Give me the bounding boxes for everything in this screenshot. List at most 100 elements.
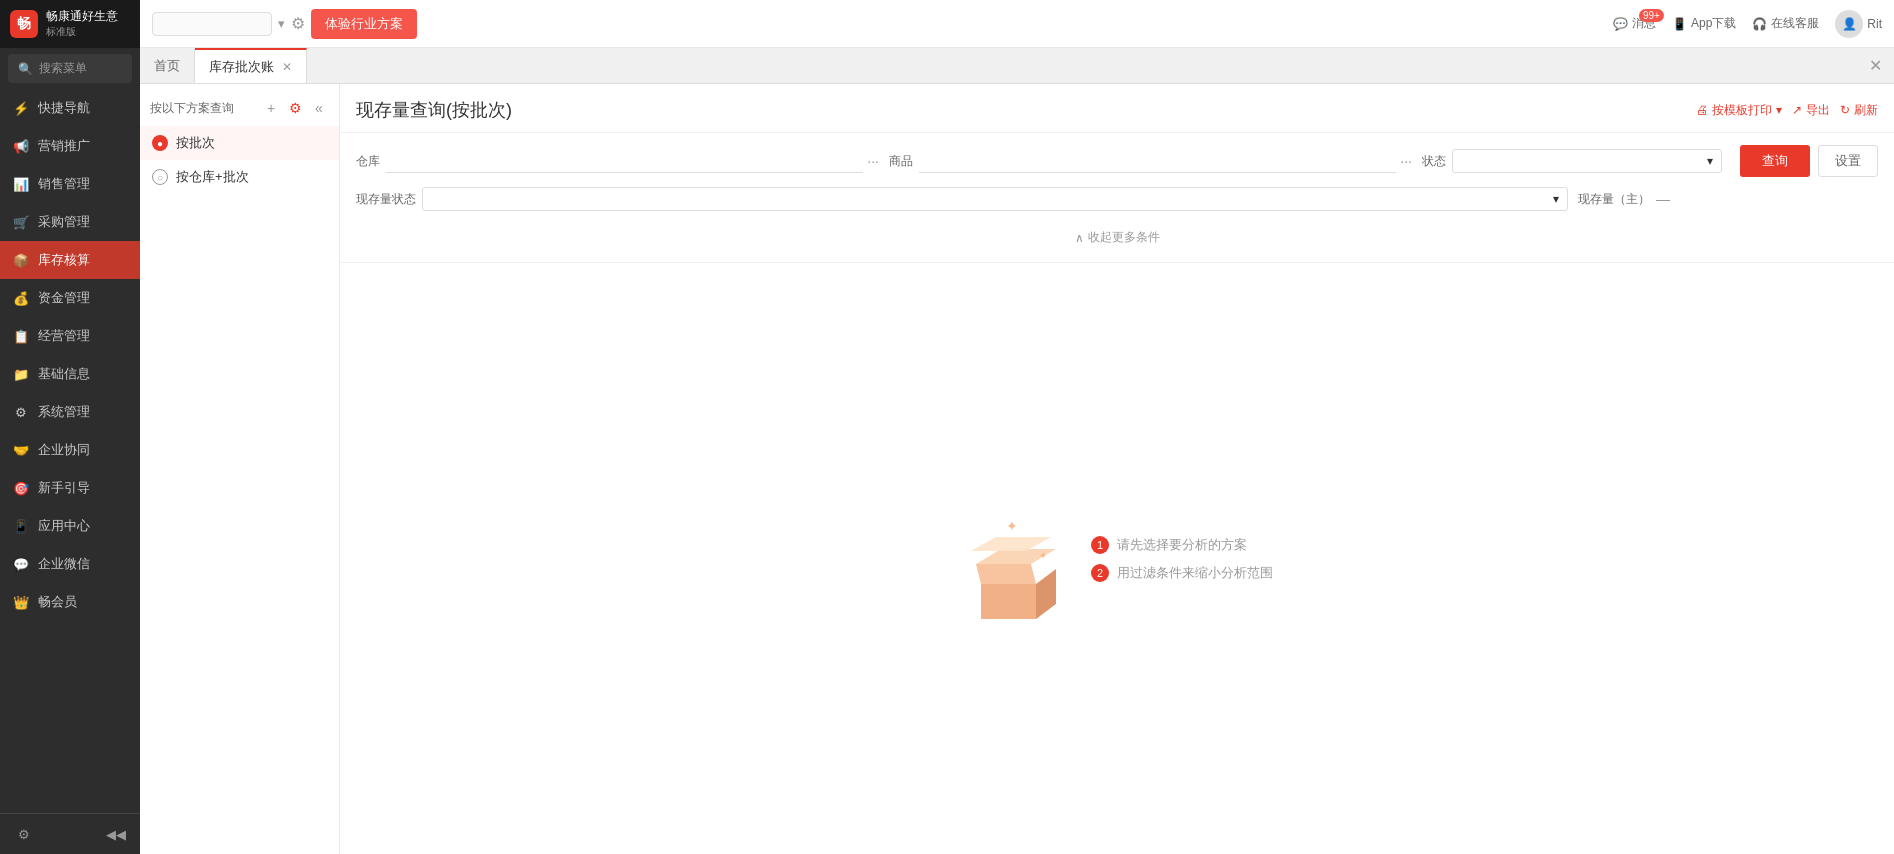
sidebar-item-label: 企业微信 [38, 555, 90, 573]
add-scheme-button[interactable]: + [261, 98, 281, 118]
quicknav-icon: ⚡ [12, 99, 30, 117]
hint1-num: 1 [1091, 536, 1109, 554]
left-panel-header: 按以下方案查询 + ⚙ « [140, 94, 339, 126]
scheme-item-warehouse-batch[interactable]: ○ 按仓库+批次 [140, 160, 339, 194]
search-label: 搜索菜单 [39, 60, 87, 77]
sidebar-item-label: 企业协同 [38, 441, 90, 459]
sidebar-item-inventory[interactable]: 📦 库存核算 [0, 241, 140, 279]
sidebar-item-purchase[interactable]: 🛒 采购管理 [0, 203, 140, 241]
topbar-settings-icon[interactable]: ⚙ [291, 14, 305, 33]
stock-status-dropdown-icon: ▾ [1553, 192, 1559, 206]
topbar-dropdown-icon[interactable]: ▾ [278, 16, 285, 31]
sidebar-item-appcenter[interactable]: 📱 应用中心 [0, 507, 140, 545]
query-button[interactable]: 查询 [1740, 145, 1810, 177]
product-input[interactable] [919, 150, 1396, 173]
stock-status-label: 现存量状态 [356, 191, 416, 208]
svg-marker-3 [976, 564, 1036, 584]
print-label: 按模板打印 [1712, 102, 1772, 119]
hint1-text: 请先选择要分析的方案 [1117, 536, 1247, 554]
trial-button[interactable]: 体验行业方案 [311, 9, 417, 39]
right-panel: 现存量查询(按批次) 🖨 按模板打印 ▾ ↗ 导出 ↻ 刷新 [340, 84, 1894, 854]
print-icon: 🖨 [1696, 103, 1708, 117]
scheme-dot-inactive: ○ [152, 169, 168, 185]
setting-button[interactable]: 设置 [1818, 145, 1878, 177]
collab-icon: 🤝 [12, 441, 30, 459]
empty-state: ✦ ✦ 1 请先选择要分析的方案 2 用过滤条件来缩小分析范围 [340, 263, 1894, 854]
empty-text-area: 1 请先选择要分析的方案 2 用过滤条件来缩小分析范围 [1091, 536, 1273, 582]
sidebar-item-newguide[interactable]: 🎯 新手引导 [0, 469, 140, 507]
content-area: 按以下方案查询 + ⚙ « ● 按批次 ○ 按仓库+批次 现存量查询(按批次) [140, 84, 1894, 854]
topbar: ▾ ⚙ 体验行业方案 💬 消息 99+ 📱 App下载 🎧 在线客服 👤 [140, 0, 1894, 48]
finance-icon: 💰 [12, 289, 30, 307]
sidebar-item-label: 库存核算 [38, 251, 90, 269]
stock-status-select[interactable]: ▾ [422, 187, 1568, 211]
sidebar-item-collab[interactable]: 🤝 企业协同 [0, 431, 140, 469]
sidebar-nav: ⚡ 快捷导航 📢 营销推广 📊 销售管理 🛒 采购管理 📦 库存核算 💰 资金管… [0, 89, 140, 813]
topbar-search-input[interactable] [152, 12, 272, 36]
sidebar-settings-icon[interactable]: ⚙ [12, 822, 36, 846]
vip-icon: 👑 [12, 593, 30, 611]
app-download-label: App下载 [1691, 15, 1736, 32]
sidebar-item-finance[interactable]: 💰 资金管理 [0, 279, 140, 317]
sidebar-item-vip[interactable]: 👑 畅会员 [0, 583, 140, 621]
page-header-actions: 🖨 按模板打印 ▾ ↗ 导出 ↻ 刷新 [1696, 102, 1878, 119]
empty-hint-1: 1 请先选择要分析的方案 [1091, 536, 1273, 554]
warehouse-filter: 仓库 ··· [356, 150, 879, 173]
warehouse-input[interactable] [386, 150, 863, 173]
refresh-icon: ↻ [1840, 103, 1850, 117]
download-icon: 📱 [1672, 17, 1687, 31]
collapse-icon: ∧ [1075, 231, 1084, 245]
sidebar-item-wechat[interactable]: 💬 企业微信 [0, 545, 140, 583]
wechat-icon: 💬 [12, 555, 30, 573]
sidebar-item-marketing[interactable]: 📢 营销推广 [0, 127, 140, 165]
system-icon: ⚙ [12, 403, 30, 421]
sidebar-item-label: 基础信息 [38, 365, 90, 383]
product-label: 商品 [889, 153, 913, 170]
tab-inventory-batch[interactable]: 库存批次账 ✕ [195, 48, 307, 83]
app-download-button[interactable]: 📱 App下载 [1672, 15, 1736, 32]
app-subtitle: 标准版 [46, 25, 118, 39]
sidebar-search[interactable]: 🔍 搜索菜单 [8, 54, 132, 83]
hint2-text: 用过滤条件来缩小分析范围 [1117, 564, 1273, 582]
stock-qty-filter: 现存量（主） — [1578, 191, 1878, 208]
scheme-item-batch[interactable]: ● 按批次 [140, 126, 339, 160]
svg-marker-1 [1036, 569, 1056, 619]
scheme-settings-button[interactable]: ⚙ [285, 98, 305, 118]
sidebar-item-basic[interactable]: 📁 基础信息 [0, 355, 140, 393]
newguide-icon: 🎯 [12, 479, 30, 497]
print-button[interactable]: 🖨 按模板打印 ▾ [1696, 102, 1782, 119]
export-button[interactable]: ↗ 导出 [1792, 102, 1830, 119]
tab-panel-close-icon[interactable]: ✕ [1857, 56, 1894, 75]
sidebar-item-sales[interactable]: 📊 销售管理 [0, 165, 140, 203]
message-icon: 💬 [1613, 17, 1628, 31]
status-select[interactable]: ▾ [1452, 149, 1722, 173]
tab-close-icon[interactable]: ✕ [282, 60, 292, 74]
search-icon: 🔍 [18, 62, 33, 76]
sidebar-collapse-icon[interactable]: ◀◀ [104, 822, 128, 846]
tab-home[interactable]: 首页 [140, 48, 195, 83]
sidebar-item-operations[interactable]: 📋 经营管理 [0, 317, 140, 355]
refresh-button[interactable]: ↻ 刷新 [1840, 102, 1878, 119]
basic-icon: 📁 [12, 365, 30, 383]
left-panel-actions: + ⚙ « [261, 98, 329, 118]
stock-qty-dash: — [1656, 191, 1670, 207]
collapse-left-panel-button[interactable]: « [309, 98, 329, 118]
sidebar-item-system[interactable]: ⚙ 系统管理 [0, 393, 140, 431]
sidebar: 畅 畅康通好生意 标准版 🔍 搜索菜单 ⚡ 快捷导航 📢 营销推广 📊 销售管理… [0, 0, 140, 854]
sidebar-item-label: 应用中心 [38, 517, 90, 535]
sidebar-item-quicknav[interactable]: ⚡ 快捷导航 [0, 89, 140, 127]
product-dots[interactable]: ··· [1400, 153, 1412, 169]
sidebar-header: 畅 畅康通好生意 标准版 [0, 0, 140, 48]
filter-area: 仓库 ··· 商品 ··· 状态 ▾ [340, 133, 1894, 263]
svg-marker-0 [981, 584, 1036, 619]
warehouse-dots[interactable]: ··· [867, 153, 879, 169]
online-service-button[interactable]: 🎧 在线客服 [1752, 15, 1819, 32]
app-info: 畅康通好生意 标准版 [46, 9, 118, 39]
left-panel: 按以下方案查询 + ⚙ « ● 按批次 ○ 按仓库+批次 [140, 84, 340, 854]
empty-svg: ✦ ✦ [961, 509, 1071, 619]
empty-hint-2: 2 用过滤条件来缩小分析范围 [1091, 564, 1273, 582]
refresh-label: 刷新 [1854, 102, 1878, 119]
collapse-more-button[interactable]: ∧ 收起更多条件 [356, 221, 1878, 250]
user-menu[interactable]: 👤 Rit [1835, 10, 1882, 38]
message-button[interactable]: 💬 消息 99+ [1613, 15, 1656, 32]
